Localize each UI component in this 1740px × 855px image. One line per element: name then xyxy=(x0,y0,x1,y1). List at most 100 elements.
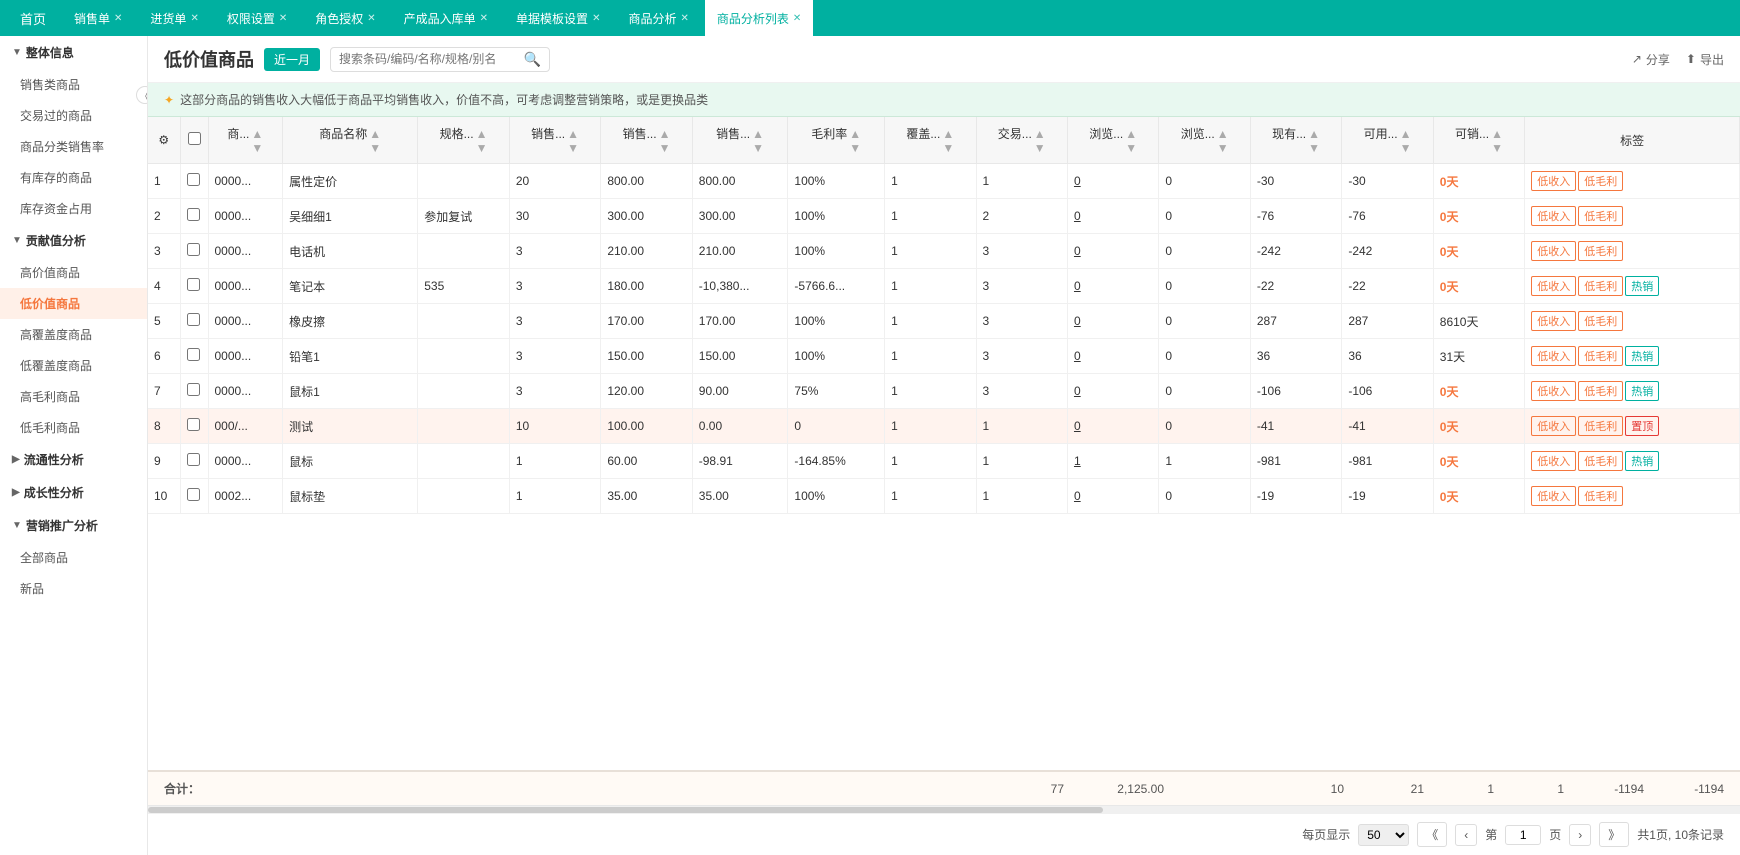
horizontal-scrollbar[interactable] xyxy=(148,805,1740,813)
row-browse1[interactable]: 0 xyxy=(1067,374,1158,409)
nav-product-analysis[interactable]: 商品分析✕ xyxy=(616,0,700,36)
nav-sales[interactable]: 销售单✕ xyxy=(62,0,134,36)
row-checkbox[interactable] xyxy=(180,339,208,374)
nav-template[interactable]: 单据模板设置✕ xyxy=(504,0,612,36)
col-stock2[interactable]: 可用...▲▼ xyxy=(1342,117,1433,164)
sidebar-item-sales-products[interactable]: 销售类商品 xyxy=(0,69,147,100)
per-page-select[interactable]: 50 100 xyxy=(1358,824,1409,846)
tag-低收入: 低收入 xyxy=(1531,451,1576,471)
row-stock2: -106 xyxy=(1342,374,1433,409)
col-code[interactable]: 商...▲▼ xyxy=(208,117,283,164)
nav-home[interactable]: 首页 xyxy=(8,0,58,36)
col-cover[interactable]: 覆盖...▲▼ xyxy=(885,117,976,164)
row-stock2: 36 xyxy=(1342,339,1433,374)
col-browse2[interactable]: 浏览...▲▼ xyxy=(1159,117,1250,164)
search-icon[interactable]: 🔍 xyxy=(524,51,541,68)
row-browse1[interactable]: 1 xyxy=(1067,444,1158,479)
time-filter-btn[interactable]: 近一月 xyxy=(264,48,320,71)
row-browse1[interactable]: 0 xyxy=(1067,234,1158,269)
row-browse1[interactable]: 0 xyxy=(1067,479,1158,514)
col-sales1[interactable]: 销售...▲▼ xyxy=(509,117,600,164)
sidebar-item-traded[interactable]: 交易过的商品 xyxy=(0,100,147,131)
nav-purchase[interactable]: 进货单✕ xyxy=(138,0,210,36)
row-no: 4 xyxy=(148,269,180,304)
sidebar-item-low-coverage[interactable]: 低覆盖度商品 xyxy=(0,350,147,381)
sidebar-group-marketing[interactable]: ▼ 营销推广分析 xyxy=(0,509,147,542)
first-page-btn[interactable]: 《 xyxy=(1417,822,1447,847)
sidebar-item-high-value[interactable]: 高价值商品 xyxy=(0,257,147,288)
row-browse1[interactable]: 0 xyxy=(1067,339,1158,374)
row-browse2: 0 xyxy=(1159,339,1250,374)
tag-热销: 热销 xyxy=(1625,451,1659,471)
row-checkbox[interactable] xyxy=(180,444,208,479)
col-spec[interactable]: 规格...▲▼ xyxy=(418,117,510,164)
row-checkbox[interactable] xyxy=(180,164,208,199)
row-checkbox[interactable] xyxy=(180,269,208,304)
col-days[interactable]: 可销...▲▼ xyxy=(1433,117,1524,164)
page-of: 页 xyxy=(1549,826,1561,843)
row-browse1[interactable]: 0 xyxy=(1067,269,1158,304)
col-settings[interactable]: ⚙ xyxy=(148,117,180,164)
col-checkbox-all[interactable] xyxy=(180,117,208,164)
totals-stock2: -1194 xyxy=(1664,782,1724,796)
sidebar-item-low-margin[interactable]: 低毛利商品 xyxy=(0,412,147,443)
sidebar-item-all-products[interactable]: 全部商品 xyxy=(0,542,147,573)
row-browse1[interactable]: 0 xyxy=(1067,199,1158,234)
nav-permission[interactable]: 权限设置✕ xyxy=(215,0,299,36)
row-checkbox[interactable] xyxy=(180,479,208,514)
col-margin[interactable]: 毛利率▲▼ xyxy=(788,117,885,164)
row-browse1[interactable]: 0 xyxy=(1067,164,1158,199)
sidebar-group-overview[interactable]: ▼ 整体信息 xyxy=(0,36,147,69)
tag-置顶: 置顶 xyxy=(1625,416,1659,436)
col-tags[interactable]: 标签 xyxy=(1525,117,1740,164)
row-days: 8610天 xyxy=(1433,304,1524,339)
col-sales3[interactable]: 销售...▲▼ xyxy=(692,117,788,164)
row-margin: 0 xyxy=(788,409,885,444)
row-stock1: -22 xyxy=(1250,269,1341,304)
row-s2: 180.00 xyxy=(601,269,692,304)
export-btn[interactable]: ⬆ 导出 xyxy=(1686,51,1724,68)
sidebar-item-high-margin[interactable]: 高毛利商品 xyxy=(0,381,147,412)
search-input[interactable] xyxy=(339,52,520,66)
row-browse1[interactable]: 0 xyxy=(1067,409,1158,444)
last-page-btn[interactable]: 》 xyxy=(1599,822,1629,847)
sidebar-item-low-value[interactable]: 低价值商品 xyxy=(0,288,147,319)
row-browse1[interactable]: 0 xyxy=(1067,304,1158,339)
sidebar-item-high-coverage[interactable]: 高覆盖度商品 xyxy=(0,319,147,350)
sidebar-group-contribution[interactable]: ▼ 贡献值分析 xyxy=(0,224,147,257)
sidebar-group-growth[interactable]: ▶ 成长性分析 xyxy=(0,476,147,509)
sidebar-item-stock-products[interactable]: 有库存的商品 xyxy=(0,162,147,193)
row-tags: 低收入低毛利热销 xyxy=(1525,444,1740,479)
sidebar-item-stock-funds[interactable]: 库存资金占用 xyxy=(0,193,147,224)
col-stock1[interactable]: 现有...▲▼ xyxy=(1250,117,1341,164)
prev-page-btn[interactable]: ‹ xyxy=(1455,824,1477,846)
table-row: 4 0000... 笔记本 535 3 180.00 -10,380... -5… xyxy=(148,269,1740,304)
sidebar-item-new-products[interactable]: 新品 xyxy=(0,573,147,604)
row-spec: 参加复试 xyxy=(418,199,510,234)
nav-role[interactable]: 角色授权✕ xyxy=(303,0,387,36)
col-sales2[interactable]: 销售...▲▼ xyxy=(601,117,692,164)
nav-stock-in[interactable]: 产成品入库单✕ xyxy=(392,0,500,36)
col-name[interactable]: 商品名称▲▼ xyxy=(283,117,418,164)
row-browse2: 0 xyxy=(1159,199,1250,234)
share-btn[interactable]: ↗ 分享 xyxy=(1632,51,1670,68)
row-checkbox[interactable] xyxy=(180,304,208,339)
row-checkbox[interactable] xyxy=(180,199,208,234)
sidebar-collapse-btn[interactable]: 《 xyxy=(136,86,148,104)
row-tags: 低收入低毛利热销 xyxy=(1525,374,1740,409)
page-input[interactable] xyxy=(1505,825,1541,845)
nav-product-analysis-list[interactable]: 商品分析列表✕ xyxy=(705,0,813,36)
col-browse1[interactable]: 浏览...▲▼ xyxy=(1067,117,1158,164)
next-page-btn[interactable]: › xyxy=(1569,824,1591,846)
sidebar-item-category-rate[interactable]: 商品分类销售率 xyxy=(0,131,147,162)
row-checkbox[interactable] xyxy=(180,234,208,269)
scrollbar-thumb[interactable] xyxy=(148,807,1103,813)
row-checkbox[interactable] xyxy=(180,409,208,444)
content-header: 低价值商品 近一月 🔍 ↗ 分享 ⬆ 导出 xyxy=(148,36,1740,83)
sidebar-group-liquidity[interactable]: ▶ 流通性分析 xyxy=(0,443,147,476)
table-row: 6 0000... 铅笔1 3 150.00 150.00 100% 1 3 0… xyxy=(148,339,1740,374)
totals-s2: 2,125.00 xyxy=(1084,782,1164,796)
col-trade[interactable]: 交易...▲▼ xyxy=(976,117,1067,164)
row-spec xyxy=(418,479,510,514)
row-checkbox[interactable] xyxy=(180,374,208,409)
